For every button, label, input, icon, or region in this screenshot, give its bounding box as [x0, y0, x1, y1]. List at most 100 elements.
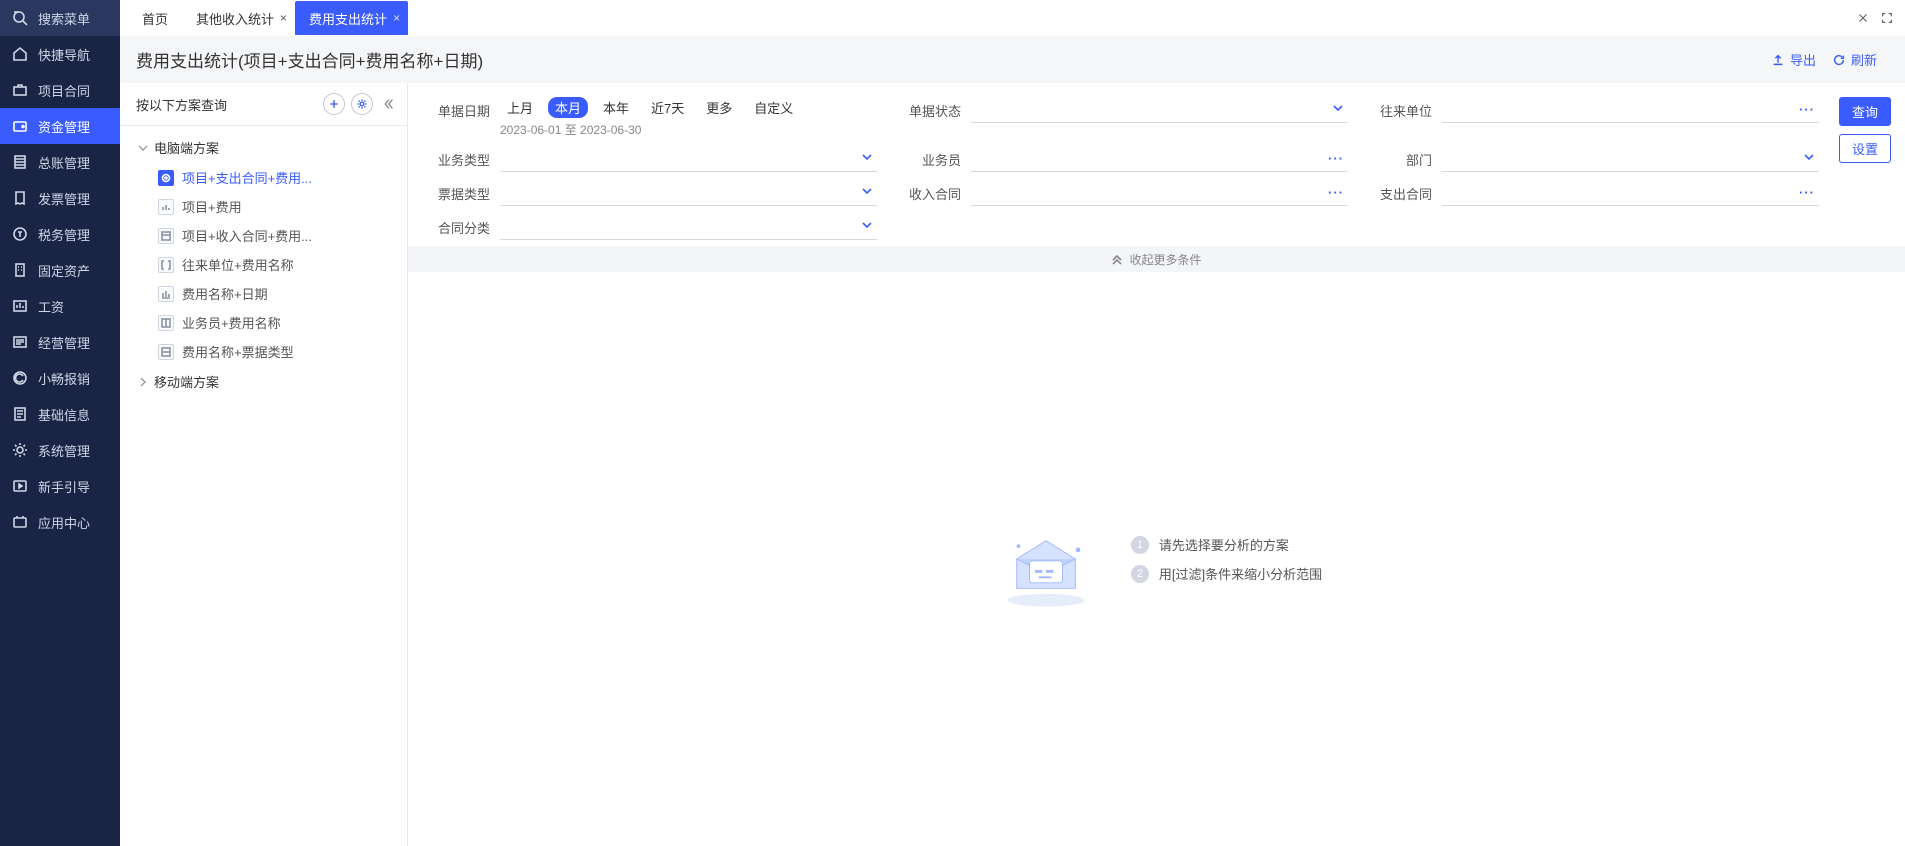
scheme-tree: 电脑端方案 项目+支出合同+费用... 项目+费用 项目+收入合同+费用...	[120, 126, 407, 403]
scheme-settings-button[interactable]	[351, 93, 373, 115]
nav-appcenter[interactable]: 应用中心	[0, 504, 120, 540]
date-opt-7days[interactable]: 近7天	[644, 97, 691, 118]
settings-button[interactable]: 设置	[1839, 134, 1891, 163]
select-input[interactable]	[1442, 146, 1819, 172]
nav-label: 小畅报销	[38, 369, 90, 388]
tabs-close-all-button[interactable]	[1853, 8, 1873, 28]
export-label: 导出	[1790, 50, 1816, 69]
filter-bill-status: 单据状态	[901, 97, 1348, 123]
ellipsis-icon: ···	[1328, 151, 1344, 166]
tabs-bar: 首页 其他收入统计 × 费用支出统计 ×	[120, 0, 1905, 36]
picker-input[interactable]: ···	[1442, 97, 1819, 123]
date-opt-custom[interactable]: 自定义	[747, 97, 800, 118]
date-opt-more[interactable]: 更多	[699, 97, 739, 118]
nav-base[interactable]: 基础信息	[0, 396, 120, 432]
nav-baoxiao[interactable]: 小畅报销	[0, 360, 120, 396]
close-icon[interactable]: ×	[393, 12, 400, 24]
collapse-scheme-button[interactable]	[379, 95, 397, 113]
step-number: 2	[1131, 565, 1149, 583]
tab-fee-expense[interactable]: 费用支出统计 ×	[295, 1, 408, 35]
nav-label: 基础信息	[38, 405, 90, 424]
date-opt-this-year[interactable]: 本年	[596, 97, 636, 118]
nav-label: 快捷导航	[38, 45, 90, 64]
nav-project[interactable]: 项目合同	[0, 72, 120, 108]
filter-contract-category: 合同分类	[430, 214, 877, 240]
panel-icon	[158, 315, 174, 331]
date-range-text: 2023-06-01 至 2023-06-30	[500, 121, 877, 138]
tax-icon	[12, 226, 28, 242]
scheme-item[interactable]: 项目+费用	[120, 192, 407, 221]
list-icon	[12, 334, 28, 350]
nav-search[interactable]: 搜索菜单	[0, 0, 120, 36]
refresh-button[interactable]: 刷新	[1824, 46, 1885, 73]
receipt-icon	[12, 190, 28, 206]
picker-input[interactable]: ···	[971, 180, 1348, 206]
filter-expense-contract: 支出合同 ···	[1372, 180, 1819, 206]
nav-invoice[interactable]: 发票管理	[0, 180, 120, 216]
export-button[interactable]: 导出	[1763, 46, 1824, 73]
nav-ledger[interactable]: 总账管理	[0, 144, 120, 180]
close-icon[interactable]: ×	[280, 12, 287, 24]
date-options: 上月 本月 本年 近7天 更多 自定义	[500, 97, 877, 118]
scheme-item-label: 项目+收入合同+费用...	[182, 226, 312, 245]
nav-funds[interactable]: 资金管理	[0, 108, 120, 144]
refresh-label: 刷新	[1851, 50, 1877, 69]
nav-system[interactable]: 系统管理	[0, 432, 120, 468]
scheme-group-desktop[interactable]: 电脑端方案	[120, 132, 407, 163]
scheme-item-label: 项目+费用	[182, 197, 242, 216]
scheme-item[interactable]: 项目+收入合同+费用...	[120, 221, 407, 250]
nav-ops[interactable]: 经营管理	[0, 324, 120, 360]
filter-biz-person: 业务员 ···	[901, 146, 1348, 172]
query-button[interactable]: 查询	[1839, 97, 1891, 126]
ellipsis-icon: ···	[1799, 185, 1815, 200]
fullscreen-button[interactable]	[1877, 8, 1897, 28]
field-label: 业务员	[901, 146, 961, 169]
nav-label: 总账管理	[38, 153, 90, 172]
empty-illustration-icon	[991, 504, 1101, 614]
tab-other-income[interactable]: 其他收入统计 ×	[182, 1, 295, 35]
sidebar-nav: 搜索菜单 快捷导航 项目合同 资金管理 总账管理 发票管理 税务管理 固定资产	[0, 0, 120, 846]
scheme-item[interactable]: 费用名称+票据类型	[120, 337, 407, 366]
field-label: 票据类型	[430, 180, 490, 203]
nav-tax[interactable]: 税务管理	[0, 216, 120, 252]
nav-fixed[interactable]: 固定资产	[0, 252, 120, 288]
select-input[interactable]	[500, 214, 877, 240]
scheme-item[interactable]: 往来单位+费用名称	[120, 250, 407, 279]
briefcase-icon	[12, 82, 28, 98]
scheme-item[interactable]: 项目+支出合同+费用...	[120, 163, 407, 192]
add-scheme-button[interactable]	[323, 93, 345, 115]
scheme-panel: 按以下方案查询 电脑端方案 项目+支出合同+费用...	[120, 83, 408, 846]
tab-label: 首页	[142, 9, 168, 28]
empty-state: 1 请先选择要分析的方案 2 用[过滤]条件来缩小分析范围	[408, 272, 1905, 846]
select-input[interactable]	[500, 146, 877, 172]
nav-guide[interactable]: 新手引导	[0, 468, 120, 504]
tab-home[interactable]: 首页	[128, 1, 182, 35]
filter-dept: 部门	[1372, 146, 1819, 172]
tab-label: 其他收入统计	[196, 9, 274, 28]
scheme-group-mobile[interactable]: 移动端方案	[120, 366, 407, 397]
picker-input[interactable]: ···	[1442, 180, 1819, 206]
nav-label: 新手引导	[38, 477, 90, 496]
scheme-header: 按以下方案查询	[120, 83, 407, 126]
scheme-item-label: 费用名称+日期	[182, 284, 268, 303]
c-icon	[12, 370, 28, 386]
scheme-item[interactable]: 费用名称+日期	[120, 279, 407, 308]
chevron-down-icon	[1332, 102, 1344, 117]
building-icon	[12, 262, 28, 278]
book-icon	[12, 154, 28, 170]
picker-input[interactable]: ···	[971, 146, 1348, 172]
filter-income-contract: 收入合同 ···	[901, 180, 1348, 206]
target-icon	[158, 170, 174, 186]
nav-quick[interactable]: 快捷导航	[0, 36, 120, 72]
collapse-filters-button[interactable]: 收起更多条件	[408, 246, 1905, 272]
caret-down-icon	[138, 143, 148, 153]
select-input[interactable]	[500, 180, 877, 206]
nav-label: 系统管理	[38, 441, 90, 460]
date-opt-this-month[interactable]: 本月	[548, 97, 588, 118]
refresh-icon	[1832, 53, 1846, 67]
nav-salary[interactable]: 工资	[0, 288, 120, 324]
scheme-item-label: 项目+支出合同+费用...	[182, 168, 312, 187]
scheme-item[interactable]: 业务员+费用名称	[120, 308, 407, 337]
date-opt-prev-month[interactable]: 上月	[500, 97, 540, 118]
select-input[interactable]	[971, 97, 1348, 123]
